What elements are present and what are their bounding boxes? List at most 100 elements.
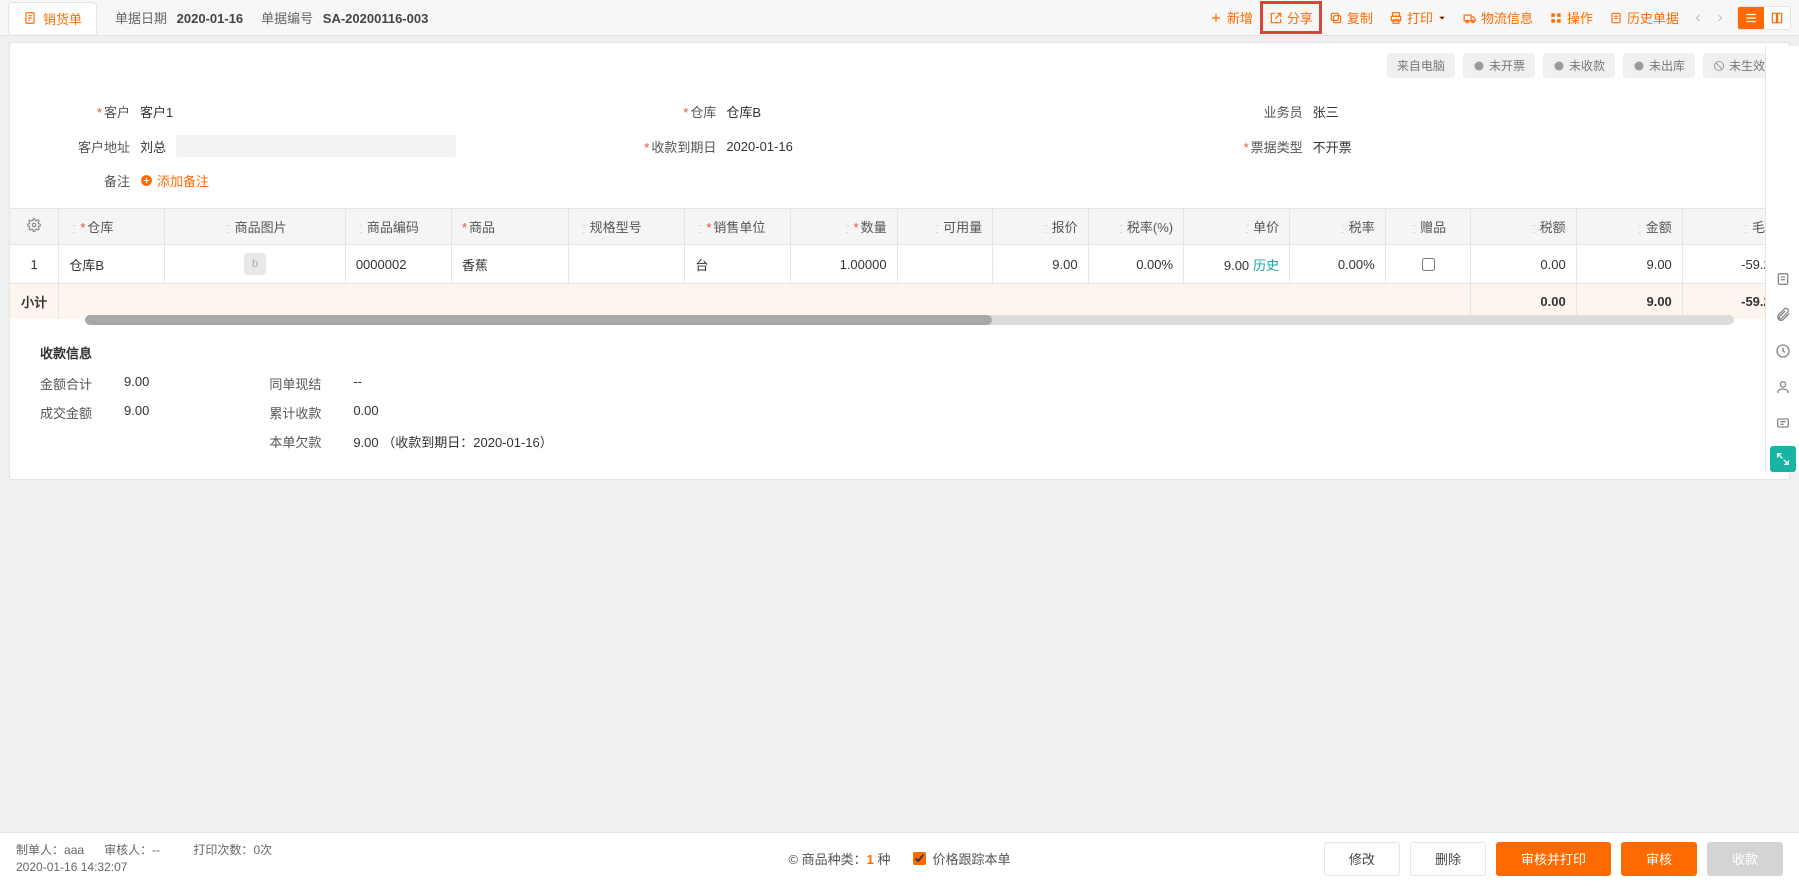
cell-quote[interactable]: 9.00 [993,245,1089,284]
field-warehouse-value[interactable]: 仓库B [726,102,761,121]
rail-expand-button[interactable] [1770,446,1796,472]
history-button[interactable]: 历史单据 [1601,2,1687,33]
price-history-link[interactable]: 历史 [1253,258,1279,273]
view-list-button[interactable] [1738,7,1764,29]
cell-discount[interactable]: 0.00% [1088,245,1184,284]
footer-sku-value: 1 [867,852,874,867]
status-not-invoiced-label: 未开票 [1489,57,1525,74]
cell-taxrate[interactable]: 0.00% [1290,245,1386,284]
tab-sales-order[interactable]: 销货单 [8,2,97,34]
col-quote[interactable]: 报价 [993,209,1089,245]
rail-note-button[interactable] [1770,266,1796,292]
copy-icon [1329,11,1343,25]
field-customer-value[interactable]: 客户1 [140,102,173,121]
field-address-value[interactable]: 刘总 [140,137,166,156]
logistics-button-label: 物流信息 [1481,8,1533,27]
cell-name[interactable]: 香蕉 [451,245,568,284]
add-remark-button[interactable]: 添加备注 [140,171,209,190]
audit-button[interactable]: 审核 [1621,842,1697,876]
logistics-button[interactable]: 物流信息 [1455,2,1541,33]
cell-qty[interactable]: 1.00000 [791,245,897,284]
follow-price-checkbox[interactable]: 价格跟踪本单 [909,849,1011,868]
cell-available[interactable] [897,245,993,284]
share-icon [1269,11,1283,25]
follow-price-input[interactable] [913,852,926,865]
field-remark-label: 备注 [104,174,130,189]
col-spec[interactable]: 规格型号 [568,209,685,245]
print-button[interactable]: 打印 [1381,2,1455,33]
field-invoice-type-value[interactable]: 不开票 [1313,137,1352,156]
view-card-button[interactable] [1764,7,1790,29]
audit-print-button[interactable]: 审核并打印 [1496,842,1611,876]
image-placeholder-icon: b [244,253,266,275]
field-salesman-label: 业务员 [1264,105,1303,120]
footer-auditor-value: -- [152,843,160,857]
col-qty[interactable]: *数量 [791,209,897,245]
footer-sku-suffix: 种 [878,852,891,867]
table-scrollbar[interactable] [85,315,1734,325]
document-icon [23,11,37,25]
grid-icon [1549,11,1563,25]
cell-gift[interactable] [1385,245,1470,284]
field-salesman-value[interactable]: 张三 [1313,102,1339,121]
share-button[interactable]: 分享 [1261,2,1321,33]
cell-warehouse[interactable]: 仓库B [59,245,165,284]
cell-unit[interactable]: 台 [685,245,791,284]
rail-time-button[interactable] [1770,338,1796,364]
col-code-label: 商品编码 [367,220,419,235]
truck-icon [1463,11,1477,25]
col-discount[interactable]: 税率(%) [1088,209,1184,245]
cell-image[interactable]: b [165,245,345,284]
col-settings[interactable] [10,209,59,245]
prev-record-button[interactable] [1687,7,1709,29]
col-available[interactable]: 可用量 [897,209,993,245]
delete-button[interactable]: 删除 [1410,842,1486,876]
table-subtotal-row: 小计 0.00 9.00 -59.21 [10,284,1789,320]
operate-button[interactable]: 操作 [1541,2,1601,33]
col-image[interactable]: 商品图片 [165,209,345,245]
col-spec-label: 规格型号 [590,220,642,235]
payment-cumreceive-label: 累计收款 [269,403,339,422]
table-row[interactable]: 1 仓库B b 0000002 香蕉 台 1.00000 9.00 0.00% … [10,245,1789,284]
rail-user-button[interactable] [1770,374,1796,400]
payment-sameorder-value: -- [353,374,362,393]
clock-icon [1775,343,1791,359]
col-amount[interactable]: 金额 [1576,209,1682,245]
header-date-value: 2020-01-16 [177,11,244,26]
status-not-received: 未收款 [1543,53,1615,78]
modify-button[interactable]: 修改 [1324,842,1400,876]
field-address: 客户地址 刘总 [40,135,586,157]
copy-button[interactable]: 复制 [1321,2,1381,33]
col-taxrate[interactable]: 税率 [1290,209,1386,245]
field-duedate-value[interactable]: 2020-01-16 [726,139,793,154]
new-button[interactable]: 新增 [1201,2,1261,33]
subtotal-amount: 9.00 [1576,284,1682,320]
scrollbar-thumb[interactable] [85,315,992,325]
cell-price[interactable]: 9.00历史 [1184,245,1290,284]
cell-amount[interactable]: 9.00 [1576,245,1682,284]
col-gift[interactable]: 赠品 [1385,209,1470,245]
col-tax-amount[interactable]: 税额 [1470,209,1576,245]
cell-code[interactable]: 0000002 [345,245,451,284]
col-unit[interactable]: *销售单位 [685,209,791,245]
link-icon [1775,415,1791,431]
col-code[interactable]: 商品编码 [345,209,451,245]
modify-button-label: 修改 [1349,849,1375,868]
cell-tax-amount[interactable]: 0.00 [1470,245,1576,284]
status-not-out: 未出库 [1623,53,1695,78]
col-price[interactable]: 单价 [1184,209,1290,245]
col-name[interactable]: *商品 [451,209,568,245]
status-from-pc: 来自电脑 [1387,53,1455,78]
next-record-button[interactable] [1709,7,1731,29]
field-invoice-type-label: 票据类型 [1251,140,1303,155]
rail-link-button[interactable] [1770,410,1796,436]
cell-spec[interactable] [568,245,685,284]
rail-attach-button[interactable] [1770,302,1796,328]
right-rail [1765,46,1799,472]
status-not-invoiced: 未开票 [1463,53,1535,78]
receive-button[interactable]: 收款 [1707,842,1783,876]
user-icon [1775,379,1791,395]
col-warehouse[interactable]: *仓库 [59,209,165,245]
gift-checkbox[interactable] [1422,258,1435,271]
operate-button-label: 操作 [1567,8,1593,27]
